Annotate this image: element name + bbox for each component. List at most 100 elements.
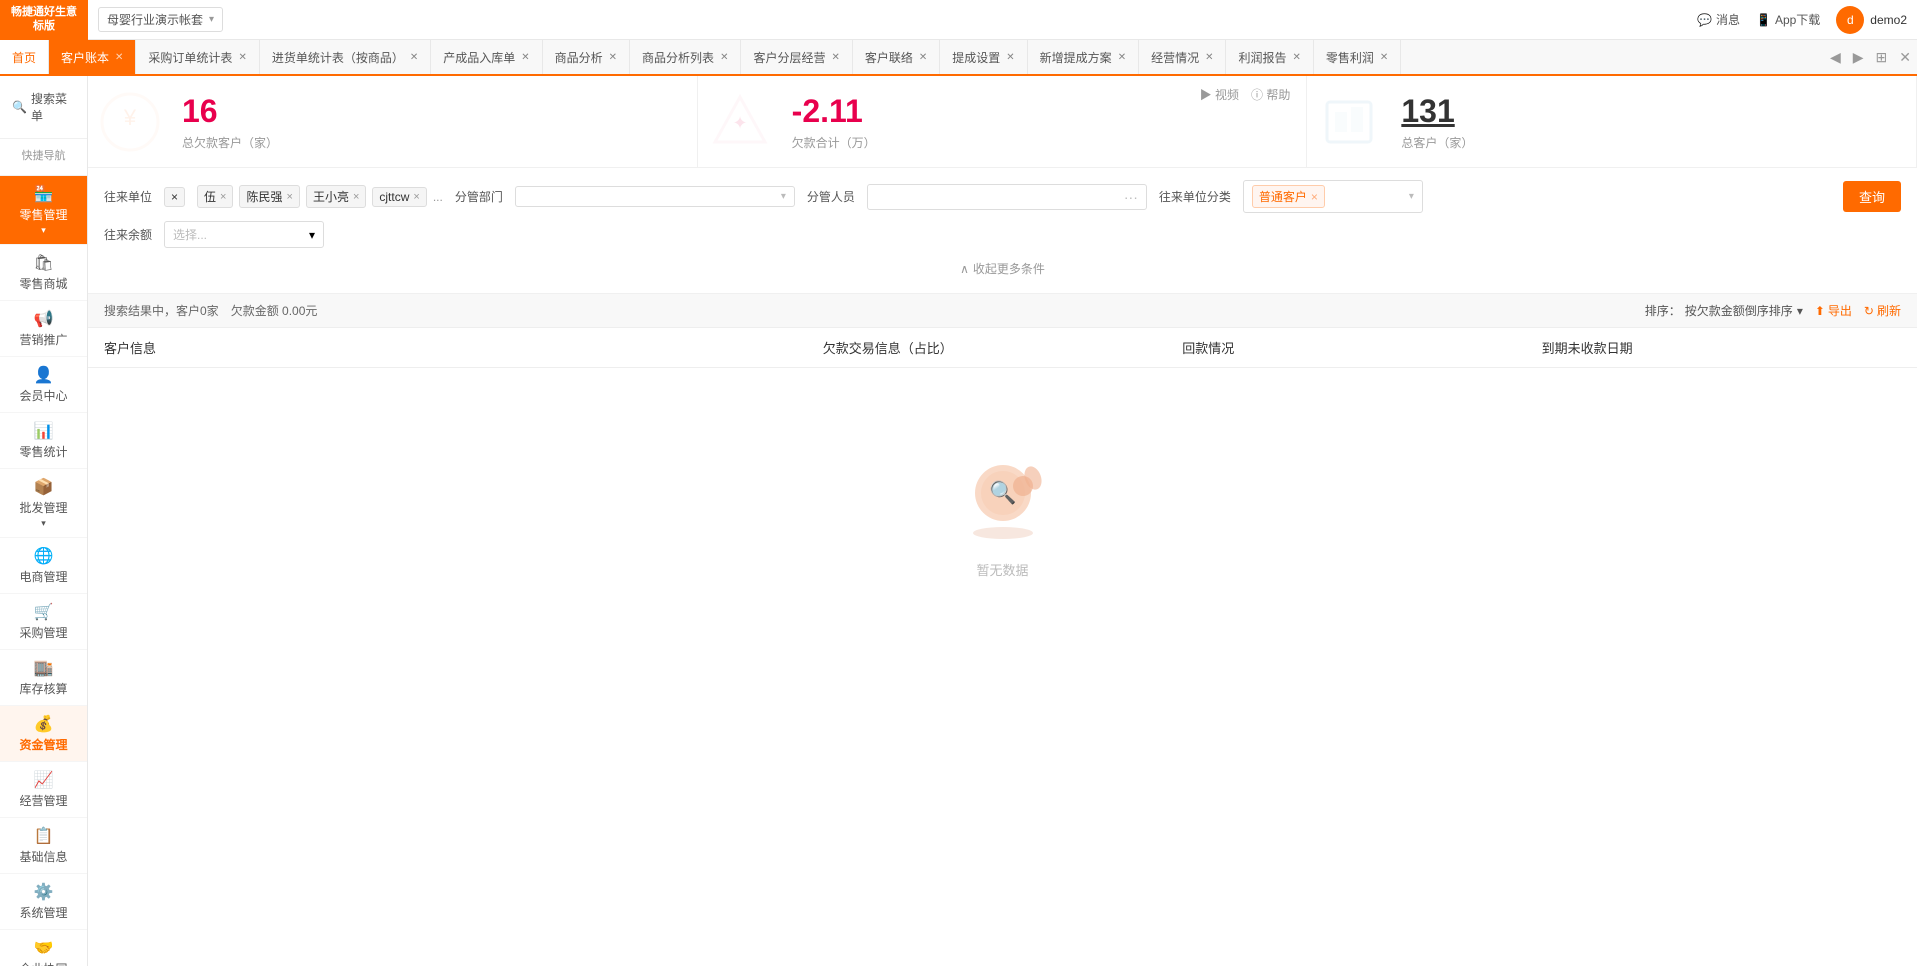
expand-icon2: ▾ — [41, 518, 46, 529]
sidebar-item-finance[interactable]: 💰 资金管理 — [0, 706, 87, 762]
filter-area: 往来单位 × 伍 × 陈民强 × 王小亮 — [88, 168, 1917, 294]
empty-state: 🔍 暂无数据 — [88, 368, 1917, 659]
sidebar-item-basic-info[interactable]: 📋 基础信息 — [0, 818, 87, 874]
tab-customer-account[interactable]: 客户账本 ✕ — [49, 40, 136, 75]
sidebar-item-inventory[interactable]: 🏬 库存核算 — [0, 650, 87, 706]
tab-product-analysis-list[interactable]: 商品分析列表 ✕ — [630, 40, 741, 75]
sidebar-item-retail-mgmt[interactable]: 🏪 零售管理 ▾ — [0, 176, 87, 245]
sidebar-item-system[interactable]: ⚙️ 系统管理 — [0, 874, 87, 930]
person-ellipsis[interactable]: ··· — [1124, 189, 1138, 205]
sidebar-item-retail-mall-label: 零售商城 — [19, 275, 67, 292]
close-icon6[interactable]: ✕ — [831, 52, 839, 63]
close-tab-icon[interactable]: ✕ — [115, 52, 123, 63]
remove-classify-btn[interactable]: × — [1311, 190, 1318, 204]
close-icon4[interactable]: ✕ — [609, 52, 617, 63]
sort-select[interactable]: 排序： 按欠款金额倒序排序 ▾ — [1645, 302, 1803, 319]
close-icon3[interactable]: ✕ — [521, 52, 529, 63]
close-icon10[interactable]: ✕ — [1205, 52, 1213, 63]
sidebar-item-operations[interactable]: 📈 经营管理 — [0, 762, 87, 818]
remove-cjttcw-btn[interactable]: × — [413, 191, 419, 203]
user-menu[interactable]: d demo2 — [1836, 6, 1907, 34]
close-icon5[interactable]: ✕ — [720, 52, 728, 63]
tab-next-icon[interactable]: ▶ — [1847, 49, 1870, 66]
basic-info-icon: 📋 — [34, 826, 54, 846]
stats-row: ¥ 16 总欠款客户（家） ✦ -2.11 欠款合计（万） — [88, 76, 1917, 168]
sidebar-item-retail-mall[interactable]: 🛍 零售商城 — [0, 245, 87, 301]
sidebar-item-marketing[interactable]: 📢 营销推广 — [0, 301, 87, 357]
app-logo: 畅捷通好生意 标版 — [0, 0, 88, 40]
inventory-icon: 🏬 — [34, 658, 54, 678]
close-icon9[interactable]: ✕ — [1118, 52, 1126, 63]
amount-label: 往来余额 — [104, 226, 152, 243]
tab-commission-settings[interactable]: 提成设置 ✕ — [940, 40, 1027, 75]
remove-chen-btn[interactable]: × — [287, 191, 293, 203]
tab-customer-tier[interactable]: 客户分层经营 ✕ — [741, 40, 852, 75]
account-name: 母婴行业演示帐套 — [107, 11, 203, 28]
close-icon8[interactable]: ✕ — [1006, 52, 1014, 63]
sidebar-item-retail-stats[interactable]: 📊 零售统计 — [0, 413, 87, 469]
collapse-button[interactable]: ∧ 收起更多条件 — [104, 256, 1901, 281]
export-btn[interactable]: ⬆ 导出 — [1815, 302, 1852, 319]
content-area: ¥ 16 总欠款客户（家） ✦ -2.11 欠款合计（万） — [88, 76, 1917, 966]
tab-new-commission[interactable]: 新增提成方案 ✕ — [1028, 40, 1139, 75]
export-icon: ⬆ — [1815, 304, 1825, 318]
col-due-date: 到期未收款日期 — [1542, 338, 1901, 357]
finance-icon: 💰 — [34, 714, 54, 734]
svg-text:¥: ¥ — [123, 105, 137, 130]
marketing-icon: 📢 — [34, 309, 54, 329]
stat-customers-label: 总欠款客户（家） — [182, 134, 278, 151]
close-icon2[interactable]: ✕ — [410, 52, 418, 63]
sort-value: 按欠款金额倒序排序 — [1685, 302, 1793, 319]
tab-product-analysis[interactable]: 商品分析 ✕ — [543, 40, 630, 75]
tab-expand-icon[interactable]: ⊞ — [1870, 49, 1894, 66]
tab-customer-contact[interactable]: 客户联络 ✕ — [853, 40, 940, 75]
tab-production[interactable]: 产成品入库单 ✕ — [431, 40, 542, 75]
sidebar-item-member[interactable]: 👤 会员中心 — [0, 357, 87, 413]
person-label: 分管人员 — [807, 188, 855, 205]
tab-home[interactable]: 首页 — [0, 40, 49, 75]
classify-chevron-icon: ▾ — [1409, 191, 1414, 202]
app-download-btn[interactable]: 📱 App下载 — [1756, 11, 1820, 28]
sidebar-item-purchase[interactable]: 🛒 采购管理 — [0, 594, 87, 650]
tab-inbound-stats[interactable]: 进货单统计表（按商品） ✕ — [260, 40, 431, 75]
filter-more-btn[interactable]: ... — [433, 190, 443, 204]
close-icon7[interactable]: ✕ — [919, 52, 927, 63]
purchase-icon: 🛒 — [34, 602, 54, 622]
query-button[interactable]: 查询 — [1843, 181, 1901, 212]
person-select[interactable]: ··· — [867, 184, 1147, 210]
sidebar-item-wholesale[interactable]: 📦 批发管理 ▾ — [0, 469, 87, 538]
tab-prev-icon[interactable]: ◀ — [1824, 49, 1847, 66]
tab-product-analysis-label: 商品分析 — [555, 49, 603, 66]
close-icon12[interactable]: ✕ — [1380, 52, 1388, 63]
amount-select[interactable]: 选择... ▾ — [164, 221, 324, 248]
help-link[interactable]: ⓘ 帮助 — [1251, 86, 1290, 103]
sidebar-item-retail-label: 零售管理 — [19, 206, 67, 223]
remove-wang-btn[interactable]: × — [353, 191, 359, 203]
svg-text:✦: ✦ — [732, 113, 747, 133]
tab-purchase-order[interactable]: 采购订单统计表 ✕ — [136, 40, 259, 75]
tab-operation-label: 经营情况 — [1151, 49, 1199, 66]
remove-wu-btn[interactable]: × — [220, 191, 226, 203]
close-icon11[interactable]: ✕ — [1293, 52, 1301, 63]
tab-close-all-icon[interactable]: ✕ — [1893, 49, 1917, 66]
account-selector[interactable]: 母婴行业演示帐套 ▾ — [98, 7, 223, 32]
video-link[interactable]: ▶ 视频 — [1200, 86, 1239, 103]
classify-select[interactable]: 普通客户 × ▾ — [1243, 180, 1423, 213]
filter-tags: 伍 × 陈民强 × 王小亮 × cjttcw × — [197, 185, 443, 208]
tab-operation[interactable]: 经营情况 ✕ — [1139, 40, 1226, 75]
filter-tag-wu: 伍 × — [197, 185, 233, 208]
top-bar: 畅捷通好生意 标版 母婴行业演示帐套 ▾ 💬 消息 📱 App下载 d demo… — [0, 0, 1917, 40]
sidebar-search[interactable]: 🔍 搜索菜单 — [0, 76, 87, 139]
dept-select[interactable]: ▾ — [515, 186, 795, 207]
tab-profit-report[interactable]: 利润报告 ✕ — [1226, 40, 1313, 75]
close-icon[interactable]: ✕ — [238, 52, 246, 63]
col-customer-info: 客户信息 — [104, 338, 823, 357]
sidebar-item-enterprise[interactable]: 🤝 企业协同 — [0, 930, 87, 966]
sidebar-item-ecommerce[interactable]: 🌐 电商管理 — [0, 538, 87, 594]
search-menu-btn[interactable]: 🔍 搜索菜单 — [8, 86, 79, 128]
sidebar-item-marketing-label: 营销推广 — [19, 331, 67, 348]
messages-btn[interactable]: 💬 消息 — [1697, 11, 1740, 28]
tab-retail-profit[interactable]: 零售利润 ✕ — [1314, 40, 1401, 75]
refresh-btn[interactable]: ↻ 刷新 — [1864, 302, 1901, 319]
help-icon: ⓘ — [1251, 88, 1263, 102]
